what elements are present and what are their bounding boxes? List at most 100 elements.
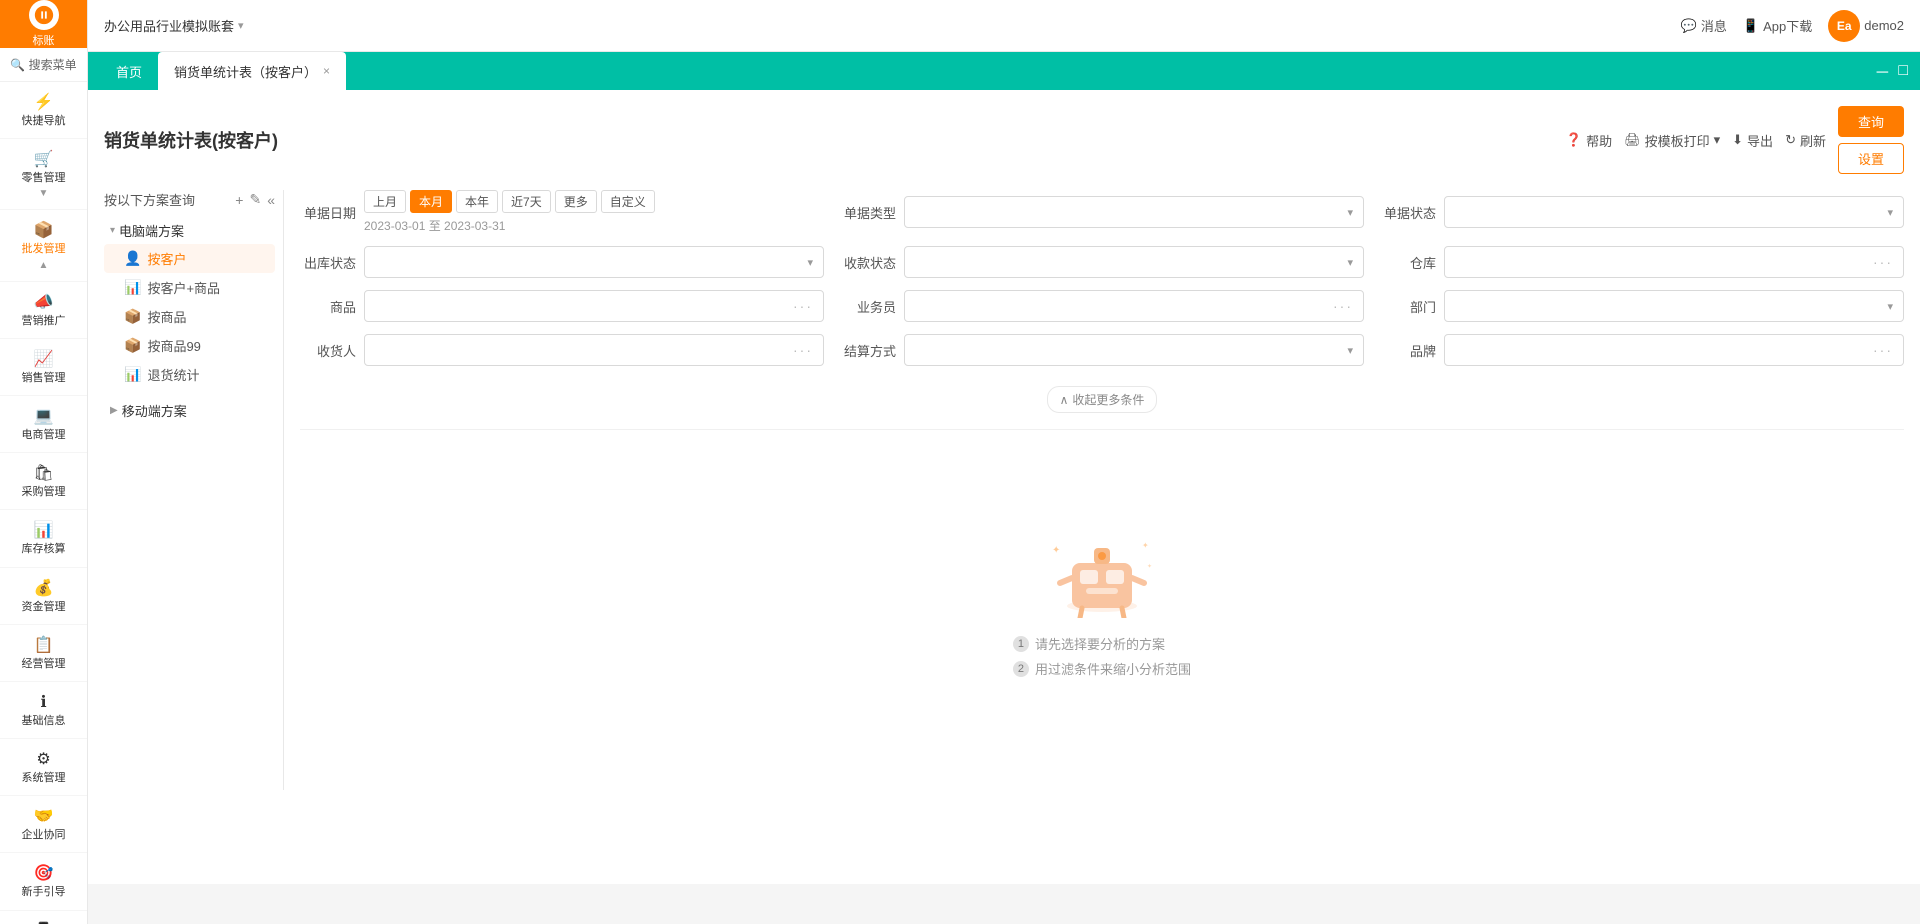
stock-status-control[interactable]: ▾ — [364, 246, 824, 278]
tab-close-button[interactable]: × — [323, 64, 330, 78]
brand-control[interactable]: ··· — [1444, 334, 1904, 366]
sidebar-item-purchase[interactable]: 🛍 采购管理 — [0, 453, 87, 510]
date-quick-buttons: 上月 本月 本年 近7天 更多 自定义 — [364, 190, 824, 213]
department-arrow: ▾ — [1887, 300, 1893, 313]
refresh-button[interactable]: ↻ 刷新 — [1785, 131, 1826, 150]
scheme-item-customer-goods[interactable]: 📊 按客户+商品 — [104, 273, 275, 302]
sidebar-item-quick-nav[interactable]: ⚡ 快捷导航 — [0, 82, 87, 139]
print-button[interactable]: 🖨 按模板打印 ▾ — [1624, 131, 1720, 150]
department-control[interactable]: ▾ — [1444, 290, 1904, 322]
date-this-month-btn[interactable]: 本月 — [410, 190, 452, 213]
sidebar: 标账 🔍 搜索菜单 ⚡ 快捷导航 🛒 零售管理 ▼ 📦 批发管理 ▲ 📣 营销推… — [0, 0, 88, 924]
minimize-button[interactable]: － — [1874, 59, 1890, 83]
order-status-control[interactable]: ▾ — [1444, 196, 1904, 228]
scheme-edit-button[interactable]: ✎ — [249, 191, 261, 208]
app-download-button[interactable]: 📱 App下载 — [1743, 16, 1812, 35]
mobile-group-header[interactable]: ▶ 移动端方案 — [104, 397, 275, 424]
order-type-arrow: ▾ — [1347, 206, 1353, 219]
scheme-item-returns[interactable]: 📊 退货统计 — [104, 360, 275, 389]
inventory-icon: 📊 — [34, 520, 54, 540]
tab-sales-stats[interactable]: 销货单统计表（按客户） × — [158, 52, 346, 90]
sidebar-item-system[interactable]: ⚙ 系统管理 — [0, 739, 87, 796]
scheme-add-button[interactable]: + — [235, 192, 243, 208]
tip-2: 2 用过滤条件来缩小分析范围 — [1013, 659, 1191, 678]
sidebar-item-finance[interactable]: 💰 资金管理 — [0, 568, 87, 625]
scheme-returns-label: 退货统计 — [147, 365, 199, 384]
date-more-btn[interactable]: 更多 — [555, 190, 597, 213]
divider — [300, 429, 1904, 430]
username-label: demo2 — [1864, 18, 1904, 33]
date-label: 单据日期 — [300, 203, 356, 222]
mobile-group-label: 移动端方案 — [122, 401, 187, 420]
date-this-year-btn[interactable]: 本年 — [456, 190, 498, 213]
payment-status-arrow: ▾ — [1347, 256, 1353, 269]
sidebar-item-basic-info[interactable]: ℹ 基础信息 — [0, 682, 87, 739]
date-custom-btn[interactable]: 自定义 — [601, 190, 655, 213]
recipient-control[interactable]: ··· — [364, 334, 824, 366]
filter-payment-status: 收款状态 ▾ — [840, 246, 1364, 278]
goods-control[interactable]: ··· — [364, 290, 824, 322]
filter-settlement: 结算方式 ▾ — [840, 334, 1364, 366]
collapse-button[interactable]: ∧ 收起更多条件 — [1047, 386, 1158, 413]
window-controls: － □ — [1862, 59, 1920, 83]
goods99-icon: 📦 — [124, 337, 141, 354]
help-icon: ❓ — [1566, 132, 1582, 148]
desktop-group-header[interactable]: ▾ 电脑端方案 — [104, 217, 275, 244]
action-buttons: 查询 设置 — [1838, 106, 1904, 174]
scheme-item-customer[interactable]: 👤 按客户 — [104, 244, 275, 273]
sidebar-item-marketing[interactable]: 📣 营销推广 — [0, 282, 87, 339]
help-button[interactable]: ❓ 帮助 — [1566, 131, 1612, 150]
sidebar-item-inventory[interactable]: 📊 库存核算 — [0, 510, 87, 567]
tab-home[interactable]: 首页 — [100, 52, 158, 90]
salesperson-control[interactable]: ··· — [904, 290, 1364, 322]
sidebar-item-ecommerce[interactable]: 💻 电商管理 — [0, 396, 87, 453]
user-profile-button[interactable]: Ea demo2 — [1828, 10, 1904, 42]
order-status-arrow: ▾ — [1887, 206, 1893, 219]
collapse-icon: ∧ — [1060, 393, 1069, 407]
sidebar-item-guide[interactable]: 🎯 新手引导 — [0, 853, 87, 910]
filter-recipient: 收货人 ··· — [300, 334, 824, 366]
topbar-actions: 💬 消息 📱 App下载 Ea demo2 — [1681, 10, 1904, 42]
retail-icon: 🛒 — [34, 149, 54, 169]
filter-salesperson: 业务员 ··· — [840, 290, 1364, 322]
print-label: 按模板打印 — [1645, 131, 1710, 150]
app-title-text: 办公用品行业模拟账套 — [104, 16, 234, 35]
sidebar-item-wholesale[interactable]: 📦 批发管理 ▲ — [0, 210, 87, 281]
settlement-label: 结算方式 — [840, 341, 896, 360]
export-button[interactable]: ⬇ 导出 — [1732, 131, 1773, 150]
avatar-text: Ea — [1837, 19, 1852, 33]
salesperson-dots: ··· — [1333, 298, 1353, 314]
scheme-collapse-button[interactable]: « — [267, 192, 275, 208]
scheme-item-goods[interactable]: 📦 按商品 — [104, 302, 275, 331]
desktop-group-arrow: ▾ — [110, 225, 115, 236]
basic-info-icon: ℹ — [40, 692, 46, 712]
settings-button[interactable]: 设置 — [1838, 143, 1904, 174]
sidebar-item-app-center[interactable]: 📱 应用中心 — [0, 911, 87, 924]
goods-label: 商品 — [300, 297, 356, 316]
filter-row-1: 单据日期 上月 本月 本年 近7天 更多 自定义 20 — [300, 190, 1904, 234]
query-button[interactable]: 查询 — [1838, 106, 1904, 137]
order-type-control[interactable]: ▾ — [904, 196, 1364, 228]
payment-status-control[interactable]: ▾ — [904, 246, 1364, 278]
date-last-month-btn[interactable]: 上月 — [364, 190, 406, 213]
sidebar-search[interactable]: 🔍 搜索菜单 — [0, 48, 87, 82]
app-title[interactable]: 办公用品行业模拟账套 ▾ — [104, 16, 244, 35]
settlement-control[interactable]: ▾ — [904, 334, 1364, 366]
empty-tips: 1 请先选择要分析的方案 2 用过滤条件来缩小分析范围 — [1013, 634, 1191, 678]
salesperson-label: 业务员 — [840, 297, 896, 316]
sidebar-item-sales[interactable]: 📈 销售管理 — [0, 339, 87, 396]
sidebar-item-retail[interactable]: 🛒 零售管理 ▼ — [0, 139, 87, 210]
logo-icon — [29, 0, 59, 30]
date-last7-btn[interactable]: 近7天 — [502, 190, 551, 213]
message-button[interactable]: 💬 消息 — [1681, 16, 1727, 35]
app-logo: 标账 — [0, 0, 88, 48]
scheme-panel-header: 按以下方案查询 + ✎ « — [104, 190, 275, 209]
maximize-button[interactable]: □ — [1898, 62, 1908, 80]
warehouse-control[interactable]: ··· — [1444, 246, 1904, 278]
export-label: 导出 — [1747, 131, 1773, 150]
filter-row-3: 商品 ··· 业务员 ··· — [300, 290, 1904, 322]
sidebar-item-operations[interactable]: 📋 经营管理 — [0, 625, 87, 682]
sidebar-item-collaboration[interactable]: 🤝 企业协同 — [0, 796, 87, 853]
download-icon: 📱 — [1743, 18, 1759, 34]
scheme-item-goods99[interactable]: 📦 按商品99 — [104, 331, 275, 360]
